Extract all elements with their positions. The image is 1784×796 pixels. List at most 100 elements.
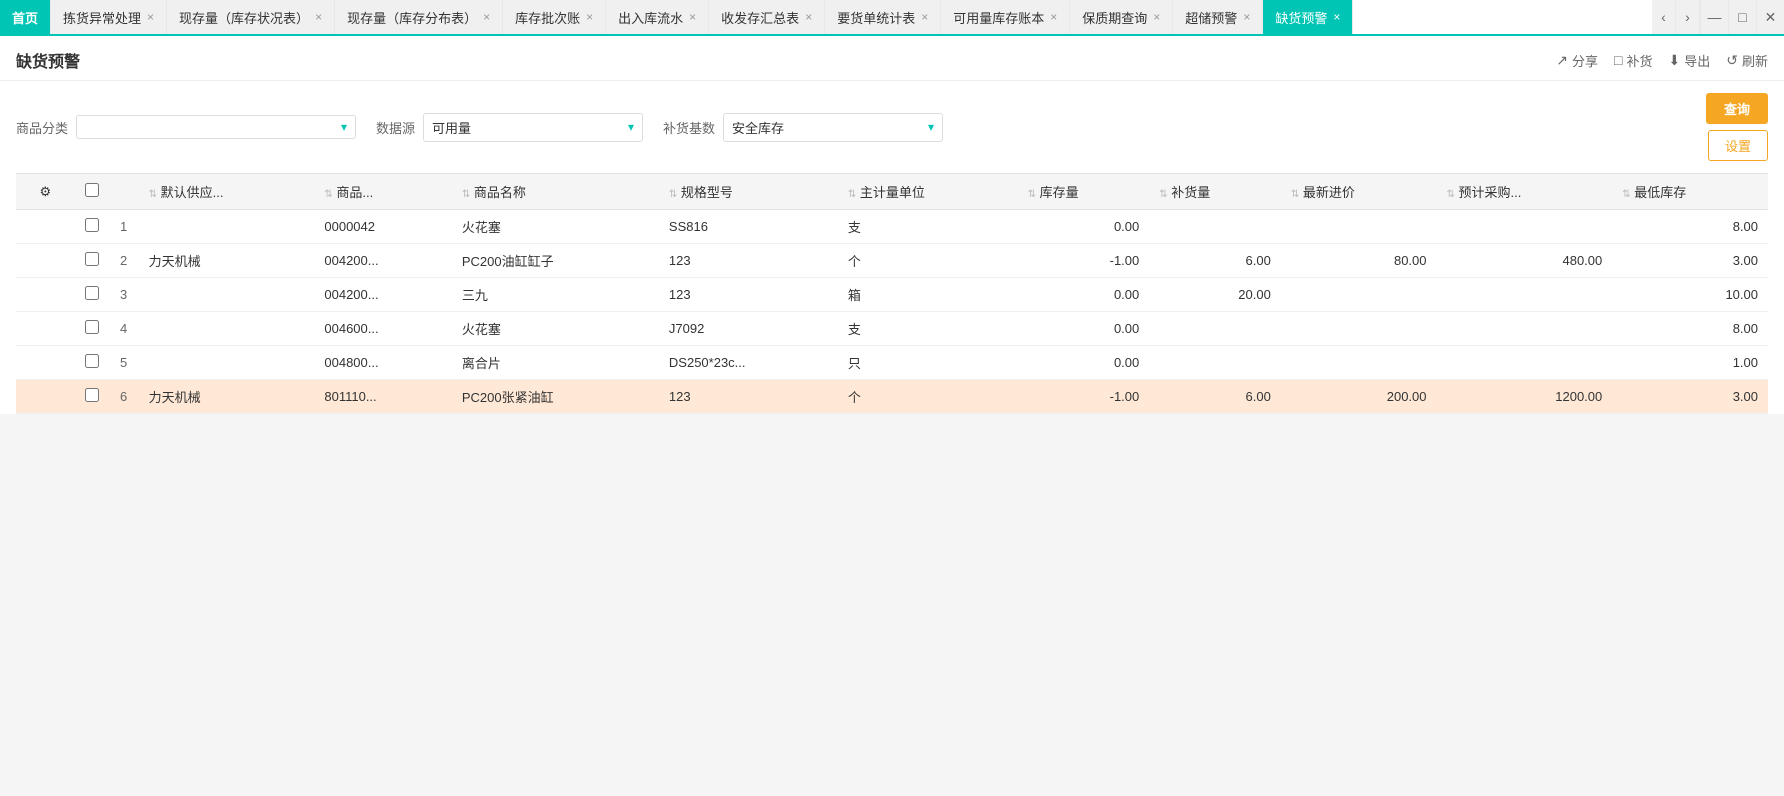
th-replenish[interactable]: ⇅ 补货量 — [1149, 174, 1281, 210]
th-min-stock[interactable]: ⇅ 最低库存 — [1612, 174, 1768, 210]
tab-close-shortage[interactable]: × — [1333, 11, 1340, 23]
row-checkbox[interactable] — [85, 320, 99, 334]
export-action[interactable]: ⬇ 导出 — [1669, 51, 1711, 70]
row-num: 6 — [109, 380, 139, 414]
tab-label-batch-account: 库存批次账 — [515, 8, 580, 27]
th-gear[interactable]: ⚙ — [16, 174, 75, 210]
datasource-label: 数据源 — [376, 118, 415, 137]
row-est-purchase — [1437, 346, 1613, 380]
th-est-purchase[interactable]: ⇅ 预计采购... — [1437, 174, 1613, 210]
tab-label-expiry-query: 保质期查询 — [1082, 8, 1147, 27]
row-checkbox-cell — [75, 312, 109, 346]
row-checkbox[interactable] — [85, 354, 99, 368]
refresh-action[interactable]: ↺ 刷新 — [1726, 51, 1768, 70]
tab-label-shortage: 缺货预警 — [1275, 8, 1327, 27]
tab-item-available-ledger[interactable]: 可用量库存账本× — [941, 0, 1070, 34]
tab-item-overstock[interactable]: 超储预警 × — [1173, 0, 1263, 34]
row-goods-code: 801110... — [314, 380, 452, 414]
tab-close-overstock[interactable]: × — [1243, 11, 1250, 23]
th-spec[interactable]: ⇅ 规格型号 — [659, 174, 838, 210]
row-latest-price — [1281, 278, 1437, 312]
th-supplier[interactable]: ⇅ 默认供应... — [139, 174, 315, 210]
th-goods-name[interactable]: ⇅ 商品名称 — [452, 174, 659, 210]
sort-icon: ⇅ — [1159, 189, 1167, 200]
replenish-base-filter-group: 补货基数 安全库存 ▾ — [663, 113, 943, 142]
row-latest-price — [1281, 210, 1437, 244]
tab-close-expiry-query[interactable]: × — [1153, 11, 1160, 23]
tab-close-collect-summary[interactable]: × — [805, 11, 812, 23]
filter-actions: 查询 设置 — [1706, 93, 1768, 161]
tab-restore-btn[interactable]: □ — [1728, 0, 1756, 34]
tab-minimize-btn[interactable]: — — [1700, 0, 1728, 34]
tab-close-inventory-status[interactable]: × — [315, 11, 322, 23]
replenish-action[interactable]: □ 补货 — [1614, 51, 1652, 70]
row-spec: 123 — [659, 244, 838, 278]
row-checkbox[interactable] — [85, 218, 99, 232]
tab-close-batch-account[interactable]: × — [586, 11, 593, 23]
sort-icon: ⇅ — [149, 189, 157, 200]
replenish-base-label: 补货基数 — [663, 118, 715, 137]
table-row: 4004600...火花塞J7092支0.008.00 — [16, 312, 1768, 346]
row-supplier — [139, 312, 315, 346]
row-stock: 0.00 — [1018, 312, 1150, 346]
row-goods-code: 004200... — [314, 278, 452, 312]
th-stock[interactable]: ⇅ 库存量 — [1018, 174, 1150, 210]
th-stock-label: 库存量 — [1040, 185, 1079, 200]
th-latest-price[interactable]: ⇅ 最新进价 — [1281, 174, 1437, 210]
th-unit[interactable]: ⇅ 主计量单位 — [838, 174, 1018, 210]
row-checkbox[interactable] — [85, 286, 99, 300]
tab-item-shortage[interactable]: 缺货预警 × — [1263, 0, 1353, 34]
tab-close-all-btn[interactable]: ✕ — [1756, 0, 1784, 34]
table-row: 10000042火花塞SS816支0.008.00 — [16, 210, 1768, 244]
category-chevron-icon: ▾ — [341, 120, 347, 134]
tab-prev-btn[interactable]: ‹ — [1652, 0, 1676, 34]
tab-item-collect-summary[interactable]: 收发存汇总表× — [709, 0, 825, 34]
row-unit: 支 — [838, 312, 1018, 346]
tab-close-order-stats[interactable]: × — [921, 11, 928, 23]
export-icon: ⬇ — [1669, 52, 1681, 69]
tab-item-inventory-dist[interactable]: 现存量（库存分布表） × — [335, 0, 503, 34]
row-checkbox[interactable] — [85, 252, 99, 266]
tab-item-inventory-status[interactable]: 现存量（库存状况表）× — [167, 0, 335, 34]
tab-close-available-ledger[interactable]: × — [1050, 11, 1057, 23]
tab-close-inventory-dist[interactable]: × — [483, 11, 490, 23]
query-button[interactable]: 查询 — [1706, 93, 1768, 124]
tab-item-batch-account[interactable]: 库存批次账 × — [503, 0, 606, 34]
tab-item-home[interactable]: 首页 — [0, 0, 51, 34]
tab-close-exception[interactable]: × — [147, 11, 154, 23]
category-select[interactable]: ▾ — [76, 115, 356, 139]
settings-button[interactable]: 设置 — [1708, 130, 1768, 161]
tab-label-overstock: 超储预警 — [1185, 8, 1237, 27]
row-checkbox[interactable] — [85, 388, 99, 402]
page-header: 缺货预警 ↗ 分享 □ 补货 ⬇ 导出 ↺ 刷新 — [0, 36, 1784, 81]
refresh-label: 刷新 — [1742, 51, 1768, 70]
replenish-base-select[interactable]: 安全库存 ▾ — [723, 113, 943, 142]
row-est-purchase — [1437, 278, 1613, 312]
th-spec-label: 规格型号 — [681, 185, 733, 200]
row-goods-code: 004600... — [314, 312, 452, 346]
tab-item-exception[interactable]: 拣货异常处理× — [51, 0, 167, 34]
row-unit: 箱 — [838, 278, 1018, 312]
share-action[interactable]: ↗ 分享 — [1556, 51, 1598, 70]
sort-icon: ⇅ — [324, 189, 332, 200]
row-spec: 123 — [659, 380, 838, 414]
replenish-label: 补货 — [1626, 51, 1652, 70]
tab-label-inventory-dist: 现存量（库存分布表） — [347, 8, 477, 27]
datasource-select[interactable]: 可用量 ▾ — [423, 113, 643, 142]
data-table: ⚙ ⇅ 默认供应... ⇅ 商品... ⇅ — [16, 173, 1768, 414]
row-est-purchase: 1200.00 — [1437, 380, 1613, 414]
tab-item-order-stats[interactable]: 要货单统计表× — [825, 0, 941, 34]
row-spec: J7092 — [659, 312, 838, 346]
th-goods-code[interactable]: ⇅ 商品... — [314, 174, 452, 210]
tab-close-inout-flow[interactable]: × — [689, 11, 696, 23]
tab-next-btn[interactable]: › — [1676, 0, 1700, 34]
row-checkbox-cell — [75, 210, 109, 244]
select-all-checkbox[interactable] — [85, 183, 99, 197]
header-actions: ↗ 分享 □ 补货 ⬇ 导出 ↺ 刷新 — [1556, 51, 1768, 70]
refresh-icon: ↺ — [1726, 52, 1738, 69]
row-min-stock: 8.00 — [1612, 312, 1768, 346]
tab-item-expiry-query[interactable]: 保质期查询 × — [1070, 0, 1173, 34]
row-min-stock: 8.00 — [1612, 210, 1768, 244]
tab-item-inout-flow[interactable]: 出入库流水× — [606, 0, 709, 34]
datasource-filter-group: 数据源 可用量 ▾ — [376, 113, 643, 142]
